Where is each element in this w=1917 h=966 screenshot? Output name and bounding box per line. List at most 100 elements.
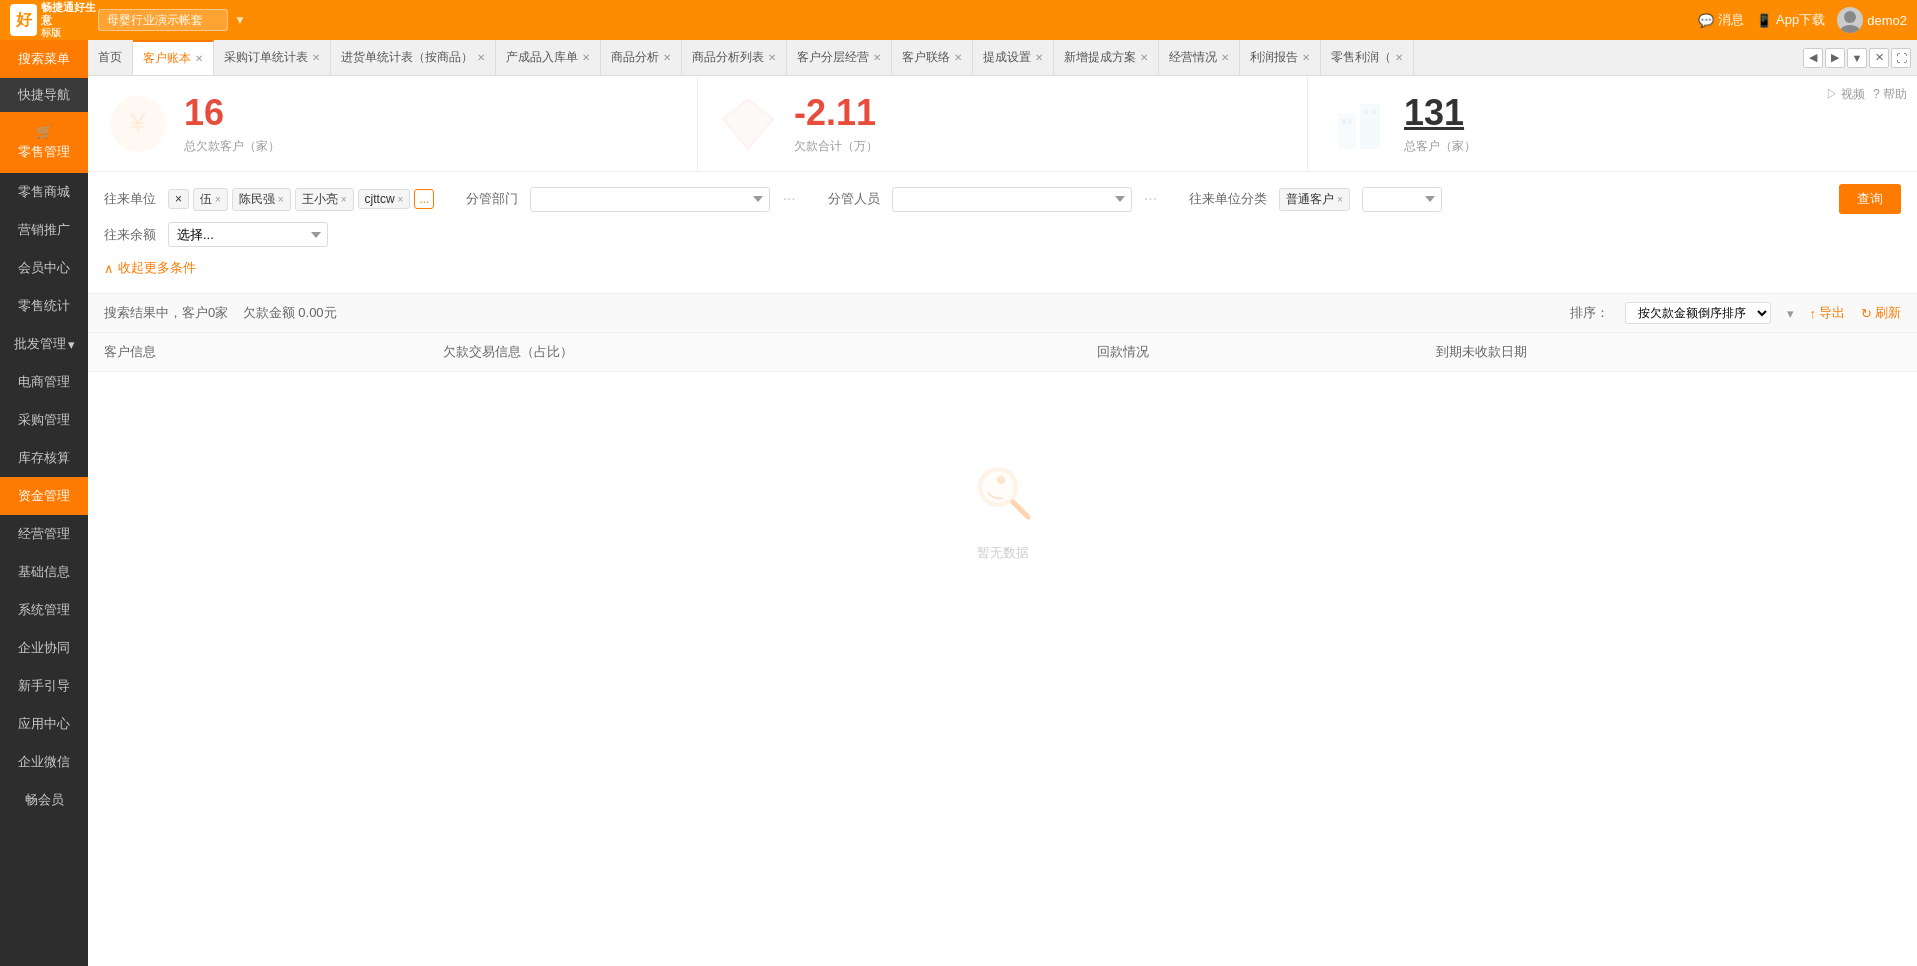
sidebar-item-wechat[interactable]: 企业微信 xyxy=(0,743,88,781)
col-debt-info: 欠款交易信息（占比） xyxy=(427,333,1081,372)
tab-commission-setting[interactable]: 提成设置 ✕ xyxy=(973,40,1054,76)
sidebar-item-member-center[interactable]: 会员中心 xyxy=(0,249,88,287)
filter-tag-chen: 陈民强 × xyxy=(232,188,291,211)
tab-product-analysis-list[interactable]: 商品分析列表 ✕ xyxy=(682,40,787,76)
tab-close-contact[interactable]: ✕ xyxy=(954,52,962,63)
app-name: 畅捷通好生意 xyxy=(41,1,98,27)
tab-expand-btn[interactable]: ⛶ xyxy=(1891,48,1911,68)
tab-new-commission[interactable]: 新增提成方案 ✕ xyxy=(1054,40,1159,76)
tab-close-product-list[interactable]: ✕ xyxy=(768,52,776,63)
tab-prev-btn[interactable]: ◀ xyxy=(1803,48,1823,68)
tab-purchase-order-stat[interactable]: 采购订单统计表 ✕ xyxy=(214,40,331,76)
tab-home[interactable]: 首页 xyxy=(88,40,133,76)
tab-close-profit[interactable]: ✕ xyxy=(1302,52,1310,63)
sidebar-item-member[interactable]: 畅会员 xyxy=(0,781,88,819)
remove-chen[interactable]: × xyxy=(278,194,284,205)
debt-customers-label: 总欠款客户（家） xyxy=(184,138,280,155)
tab-close-customer-tier[interactable]: ✕ xyxy=(873,52,881,63)
stat-total-customers: 131 总客户（家） ▷ 视频 ? 帮助 xyxy=(1308,76,1917,171)
retail-icon: 🛒 xyxy=(36,124,52,139)
collapse-filter-btn[interactable]: ∧ 收起更多条件 xyxy=(104,259,1901,277)
person-filter-label: 分管人员 xyxy=(828,190,880,208)
remove-cjttcw[interactable]: × xyxy=(398,194,404,205)
sidebar-item-system[interactable]: 系统管理 xyxy=(0,591,88,629)
sort-select[interactable]: 按欠款金额倒序排序 xyxy=(1625,302,1771,324)
tab-product-analysis[interactable]: 商品分析 ✕ xyxy=(601,40,682,76)
download-icon: 📱 xyxy=(1756,13,1772,28)
remove-wang[interactable]: × xyxy=(341,194,347,205)
sidebar-item-wholesale[interactable]: 批发管理 ▾ xyxy=(0,325,88,363)
unit-type-select[interactable] xyxy=(1362,187,1442,212)
tab-profit-report[interactable]: 利润报告 ✕ xyxy=(1240,40,1321,76)
svg-rect-8 xyxy=(1342,119,1346,124)
sidebar-item-new-guide[interactable]: 新手引导 xyxy=(0,667,88,705)
tab-close-all-btn[interactable]: ✕ xyxy=(1869,48,1889,68)
tab-close-purchase[interactable]: ✕ xyxy=(312,52,320,63)
sidebar-item-marketing[interactable]: 营销推广 xyxy=(0,211,88,249)
avatar xyxy=(1837,7,1863,33)
video-btn[interactable]: ▷ 视频 xyxy=(1826,86,1865,103)
tab-operation-status[interactable]: 经营情况 ✕ xyxy=(1159,40,1240,76)
export-btn[interactable]: ↑ 导出 xyxy=(1810,304,1846,322)
tab-close-new-commission[interactable]: ✕ xyxy=(1140,52,1148,63)
diamond-icon xyxy=(718,94,778,154)
sidebar-item-retail-mall[interactable]: 零售商城 xyxy=(0,173,88,211)
tab-close-operation[interactable]: ✕ xyxy=(1221,52,1229,63)
total-customers-label: 总客户（家） xyxy=(1404,138,1476,155)
tab-close-inbound[interactable]: ✕ xyxy=(477,52,485,63)
tab-customer-contact[interactable]: 客户联络 ✕ xyxy=(892,40,973,76)
debt-customers-number: 16 xyxy=(184,92,280,134)
tab-close-product-analysis[interactable]: ✕ xyxy=(663,52,671,63)
tab-inbound-stat[interactable]: 进货单统计表（按商品） ✕ xyxy=(331,40,496,76)
sidebar-item-enterprise[interactable]: 企业协同 xyxy=(0,629,88,667)
sidebar-item-ecommerce[interactable]: 电商管理 xyxy=(0,363,88,401)
remove-wu[interactable]: × xyxy=(215,194,221,205)
tab-retail-profit[interactable]: 零售利润（ ✕ xyxy=(1321,40,1414,76)
refresh-btn[interactable]: ↻ 刷新 xyxy=(1861,304,1901,322)
dept-select[interactable] xyxy=(530,187,770,212)
tab-close-commission[interactable]: ✕ xyxy=(1035,52,1043,63)
sidebar-item-finance[interactable]: 资金管理 xyxy=(0,477,88,515)
svg-marker-4 xyxy=(723,99,773,149)
logo-icon: 好 xyxy=(10,4,37,36)
app-download-btn[interactable]: 📱 App下载 xyxy=(1756,11,1825,29)
sidebar-item-inventory[interactable]: 库存核算 xyxy=(0,439,88,477)
svg-point-1 xyxy=(1840,25,1860,33)
sidebar-item-basic-info[interactable]: 基础信息 xyxy=(0,553,88,591)
svg-rect-7 xyxy=(1360,104,1380,149)
person-select[interactable] xyxy=(892,187,1132,212)
export-icon: ↑ xyxy=(1810,306,1817,321)
svg-rect-9 xyxy=(1348,119,1352,124)
tab-close-product[interactable]: ✕ xyxy=(582,52,590,63)
sidebar-search[interactable]: 搜索菜单 xyxy=(0,40,88,78)
sort-chevron-icon: ▾ xyxy=(1787,306,1794,321)
dept-filter-label: 分管部门 xyxy=(466,190,518,208)
balance-select[interactable]: 选择... xyxy=(168,222,328,247)
query-button[interactable]: 查询 xyxy=(1839,184,1901,214)
remove-customer-type[interactable]: × xyxy=(1337,194,1343,205)
svg-point-0 xyxy=(1844,11,1856,23)
tab-more-btn[interactable]: ▼ xyxy=(1847,48,1867,68)
col-customer-info: 客户信息 xyxy=(88,333,427,372)
message-btn[interactable]: 💬 消息 xyxy=(1698,11,1744,29)
col-due-date: 到期未收款日期 xyxy=(1420,333,1917,372)
more-tags-btn[interactable]: ... xyxy=(414,189,434,209)
help-btn[interactable]: ? 帮助 xyxy=(1873,86,1907,103)
stat-debt-customers: ¥ 16 总欠款客户（家） xyxy=(88,76,698,171)
industry-select[interactable]: 母婴行业演示帐套 xyxy=(98,9,228,31)
sidebar-item-operation[interactable]: 经营管理 xyxy=(0,515,88,553)
svg-line-14 xyxy=(1013,502,1028,517)
tab-product-inbound[interactable]: 产成品入库单 ✕ xyxy=(496,40,601,76)
sidebar-quick-nav[interactable]: 快捷导航 xyxy=(0,78,88,112)
sidebar-item-purchase[interactable]: 采购管理 xyxy=(0,401,88,439)
tab-close-customer-ledger[interactable]: ✕ xyxy=(195,53,203,64)
sidebar-item-app-center[interactable]: 应用中心 xyxy=(0,705,88,743)
sidebar-item-retail-stat[interactable]: 零售统计 xyxy=(0,287,88,325)
tab-next-btn[interactable]: ▶ xyxy=(1825,48,1845,68)
sidebar-item-retail-mgmt[interactable]: 🛒 零售管理 xyxy=(0,112,88,173)
tab-close-retail-profit[interactable]: ✕ xyxy=(1395,52,1403,63)
tab-customer-tier[interactable]: 客户分层经营 ✕ xyxy=(787,40,892,76)
result-summary: 搜索结果中，客户0家 欠款金额 0.00元 xyxy=(104,304,337,322)
tab-customer-ledger[interactable]: 客户账本 ✕ xyxy=(133,40,214,76)
user-avatar-area[interactable]: demo2 xyxy=(1837,7,1907,33)
